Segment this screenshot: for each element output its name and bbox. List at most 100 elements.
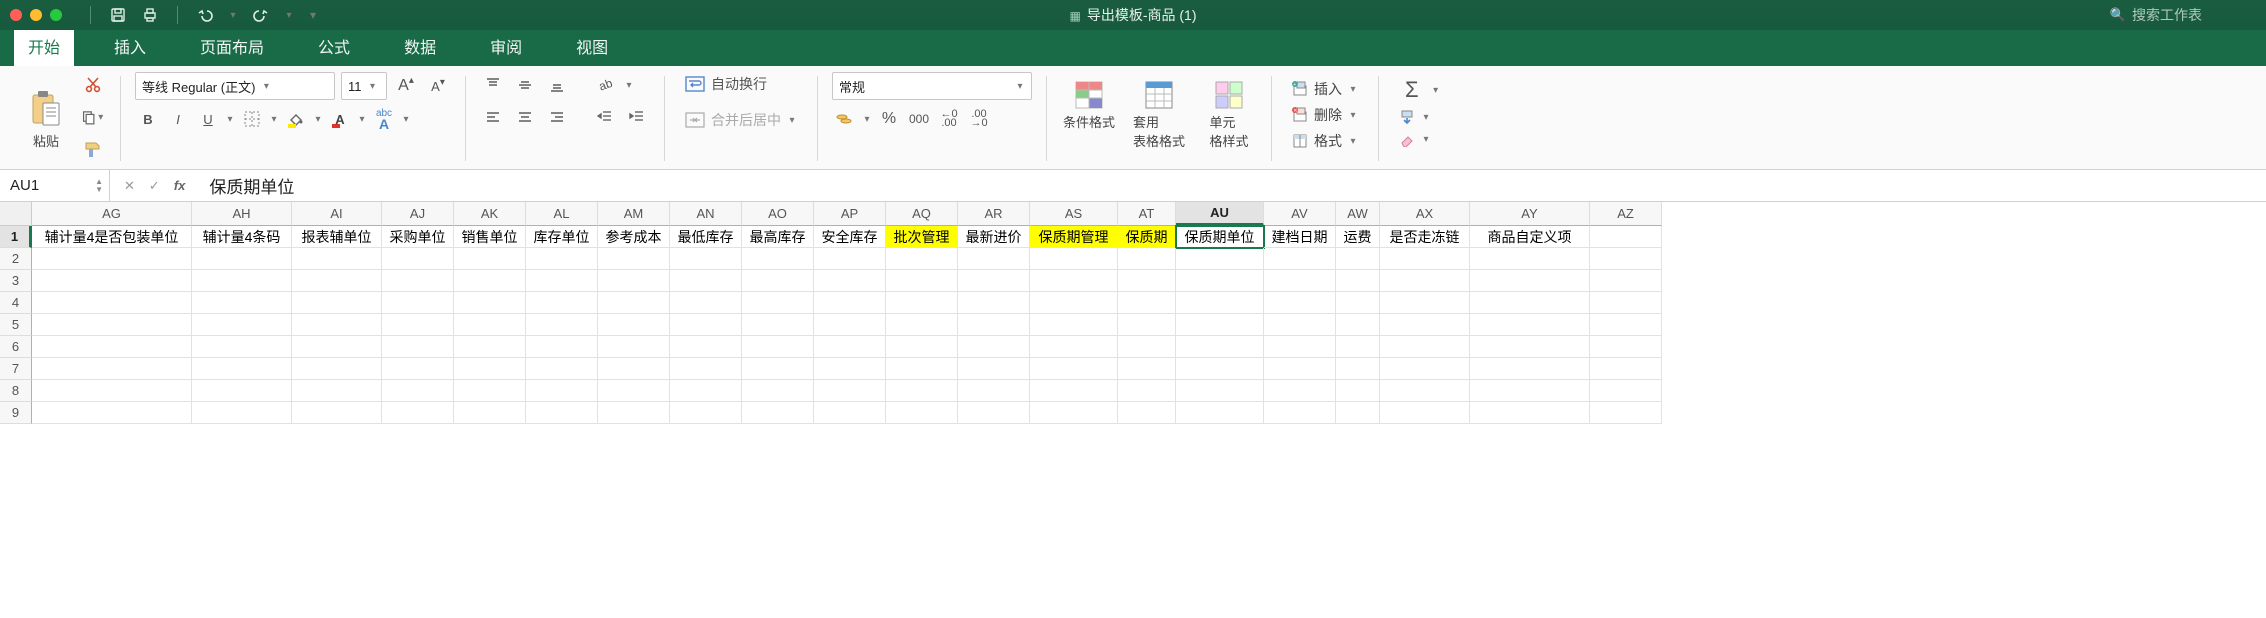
cell[interactable]	[886, 336, 958, 358]
tab-insert[interactable]: 插入	[100, 28, 160, 66]
cell[interactable]	[1470, 270, 1590, 292]
search-box[interactable]: 🔍	[2110, 7, 2266, 23]
wrap-text-button[interactable]: 自动换行	[679, 72, 803, 96]
cell[interactable]: 销售单位	[454, 226, 526, 248]
cell[interactable]	[454, 314, 526, 336]
cell-styles-button[interactable]: 单元 格样式	[1201, 76, 1257, 150]
font-color-dropdown[interactable]: ▾	[357, 114, 367, 125]
cell[interactable]	[382, 270, 454, 292]
cell[interactable]: 保质期单位	[1176, 226, 1264, 248]
cell[interactable]	[1380, 270, 1470, 292]
cell[interactable]	[32, 248, 192, 270]
phonetic-dropdown[interactable]: ▾	[401, 114, 411, 125]
qat-customize[interactable]: ▾	[308, 8, 318, 22]
cell[interactable]	[1470, 292, 1590, 314]
column-header[interactable]: AP	[814, 202, 886, 226]
column-header[interactable]: AS	[1030, 202, 1118, 226]
row-header[interactable]: 9	[0, 402, 32, 424]
cell[interactable]	[382, 292, 454, 314]
borders-dropdown[interactable]: ▾	[269, 114, 279, 125]
cell[interactable]	[1590, 314, 1662, 336]
cell[interactable]	[1336, 314, 1380, 336]
minimize-window[interactable]	[30, 9, 42, 21]
cancel-formula-button[interactable]: ✕	[124, 178, 135, 194]
orientation-button[interactable]: ab	[592, 72, 618, 98]
cell[interactable]	[958, 380, 1030, 402]
cell[interactable]	[1176, 380, 1264, 402]
cell[interactable]	[1264, 336, 1336, 358]
cell[interactable]	[598, 402, 670, 424]
cell[interactable]	[670, 402, 742, 424]
cell[interactable]	[1590, 292, 1662, 314]
cell[interactable]	[670, 314, 742, 336]
cell[interactable]: 批次管理	[886, 226, 958, 248]
cell[interactable]	[32, 292, 192, 314]
decrease-font-button[interactable]: A▾	[425, 73, 451, 99]
column-header[interactable]: AM	[598, 202, 670, 226]
font-name-combo[interactable]: 等线 Regular (正文)▾	[135, 72, 335, 100]
column-header[interactable]: AG	[32, 202, 192, 226]
align-bottom-button[interactable]	[544, 72, 570, 98]
enter-formula-button[interactable]: ✓	[149, 178, 160, 194]
cell[interactable]	[1590, 270, 1662, 292]
cell[interactable]: 最低库存	[670, 226, 742, 248]
cell[interactable]	[1380, 358, 1470, 380]
row-header[interactable]: 3	[0, 270, 32, 292]
cell[interactable]: 安全库存	[814, 226, 886, 248]
cell[interactable]	[454, 358, 526, 380]
cell[interactable]	[1264, 270, 1336, 292]
cell[interactable]	[454, 292, 526, 314]
cell[interactable]	[958, 292, 1030, 314]
cell[interactable]	[1380, 380, 1470, 402]
cell[interactable]	[192, 336, 292, 358]
cell[interactable]	[1176, 248, 1264, 270]
cell[interactable]: 采购单位	[382, 226, 454, 248]
align-top-button[interactable]	[480, 72, 506, 98]
cell[interactable]	[382, 336, 454, 358]
cell[interactable]	[1590, 358, 1662, 380]
cell[interactable]	[382, 358, 454, 380]
cell[interactable]	[292, 358, 382, 380]
cell[interactable]	[1590, 226, 1662, 248]
column-header[interactable]: AO	[742, 202, 814, 226]
cell[interactable]	[454, 248, 526, 270]
cell[interactable]	[1264, 358, 1336, 380]
cell[interactable]	[886, 314, 958, 336]
zoom-window[interactable]	[50, 9, 62, 21]
cell[interactable]	[192, 380, 292, 402]
tab-formulas[interactable]: 公式	[304, 28, 364, 66]
delete-cells-button[interactable]: ✕删除▾	[1286, 104, 1364, 126]
cell[interactable]	[670, 358, 742, 380]
cell[interactable]	[1470, 248, 1590, 270]
fx-icon[interactable]: fx	[174, 178, 186, 193]
cell[interactable]	[814, 292, 886, 314]
cell[interactable]	[886, 270, 958, 292]
cell[interactable]	[742, 270, 814, 292]
cell[interactable]	[1264, 248, 1336, 270]
cell[interactable]	[32, 380, 192, 402]
cell[interactable]	[1470, 358, 1590, 380]
cell[interactable]	[598, 314, 670, 336]
cell[interactable]: 建档日期	[1264, 226, 1336, 248]
cell[interactable]	[742, 402, 814, 424]
cell[interactable]	[292, 314, 382, 336]
cell[interactable]: 是否走冻链	[1380, 226, 1470, 248]
column-header[interactable]: AX	[1380, 202, 1470, 226]
cell[interactable]	[1118, 336, 1176, 358]
format-cells-button[interactable]: 格式▾	[1286, 130, 1364, 152]
cell[interactable]	[1590, 380, 1662, 402]
cell[interactable]	[1470, 402, 1590, 424]
cell[interactable]	[814, 402, 886, 424]
cell[interactable]: 最新进价	[958, 226, 1030, 248]
cell[interactable]	[526, 292, 598, 314]
underline-dropdown[interactable]: ▾	[225, 114, 235, 125]
cell[interactable]	[1118, 358, 1176, 380]
cell[interactable]	[814, 358, 886, 380]
cell[interactable]: 辅计量4条码	[192, 226, 292, 248]
cell[interactable]: 库存单位	[526, 226, 598, 248]
conditional-format-button[interactable]: 条件格式	[1061, 76, 1117, 131]
cell[interactable]	[382, 402, 454, 424]
font-size-combo[interactable]: 11▾	[341, 72, 387, 100]
cell[interactable]: 商品自定义项	[1470, 226, 1590, 248]
tab-home[interactable]: 开始	[14, 28, 74, 66]
